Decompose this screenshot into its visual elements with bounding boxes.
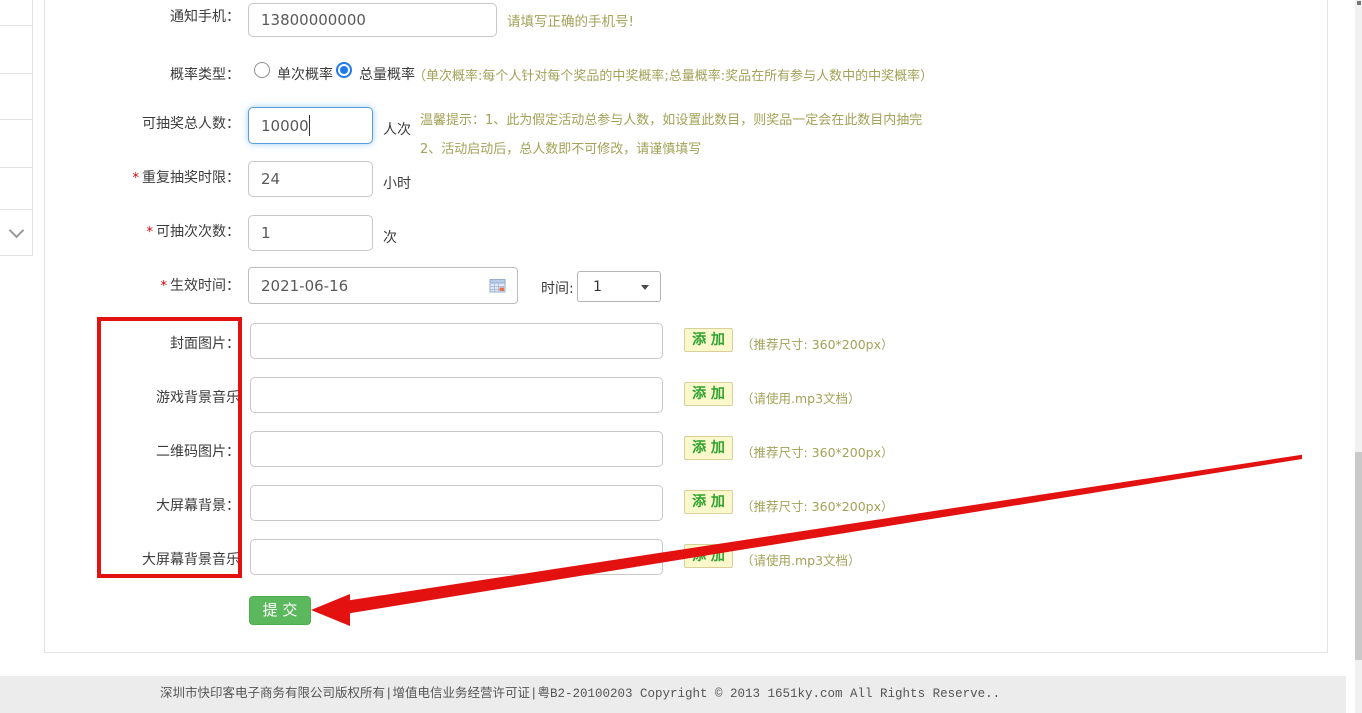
radio-total-probability[interactable] [336, 62, 352, 78]
bigscreen-bgm-hint: （请使用.mp3文档） [741, 553, 861, 568]
sidebar-item-stub[interactable] [0, 25, 33, 74]
total-people-label: 可抽奖总人数： [142, 116, 240, 132]
footer-copyright: 深圳市快印客电子商务有限公司版权所有|增值电信业务经营许可证|粤B2-20100… [160, 687, 1001, 701]
bigscreen-bgm-label: 大屏幕背景音乐 [142, 552, 240, 568]
radio-single-probability-label[interactable]: 单次概率 [277, 64, 333, 84]
chevron-down-icon [8, 222, 25, 239]
qrcode-image-hint: （推荐尺寸: 360*200px） [741, 445, 894, 460]
game-bgm-add-button[interactable]: 添 加 [684, 382, 733, 406]
probability-note: （单次概率:每个人针对每个奖品的中奖概率;总量概率:奖品在所有参与人数中的中奖概… [413, 69, 934, 84]
repeat-limit-unit: 小时 [383, 176, 411, 192]
sidebar-item-stub[interactable] [0, 73, 33, 120]
calendar-icon[interactable] [489, 277, 506, 297]
game-bgm-hint: （请使用.mp3文档） [741, 391, 861, 406]
footer: 深圳市快印客电子商务有限公司版权所有|增值电信业务经营许可证|粤B2-20100… [0, 676, 1346, 713]
cover-image-add-button[interactable]: 添 加 [684, 328, 733, 352]
bigscreen-bgm-add-button[interactable]: 添 加 [684, 544, 733, 568]
radio-total-probability-label[interactable]: 总量概率 [359, 64, 415, 84]
qrcode-image-input[interactable] [250, 431, 663, 467]
draw-times-unit: 次 [383, 230, 397, 246]
sidebar-item-stub[interactable] [0, 0, 33, 26]
required-asterisk: * [160, 279, 168, 294]
total-people-unit: 人次 [383, 122, 411, 138]
probability-label: 概率类型： [170, 67, 240, 83]
effective-time-label: * 生效时间： [160, 278, 241, 294]
cover-image-hint: （推荐尺寸: 360*200px） [741, 337, 894, 352]
cover-image-label: 封面图片： [170, 336, 240, 352]
bigscreen-bgm-input[interactable] [250, 539, 663, 575]
time-select[interactable]: 1 [577, 271, 661, 302]
repeat-limit-label: * 重复抽奖时限： [132, 170, 241, 186]
qrcode-image-add-button[interactable]: 添 加 [684, 436, 733, 460]
bigscreen-bg-hint: （推荐尺寸: 360*200px） [741, 499, 894, 514]
draw-times-input[interactable] [248, 215, 373, 251]
cover-image-input[interactable] [250, 323, 663, 359]
sidebar-item-stub[interactable] [0, 167, 33, 210]
phone-hint: 请填写正确的手机号! [507, 14, 634, 30]
phone-input[interactable] [248, 3, 497, 37]
text-cursor [309, 115, 310, 136]
sidebar-item-stub[interactable] [0, 119, 33, 168]
repeat-limit-input[interactable] [248, 161, 373, 197]
bigscreen-bg-input[interactable] [250, 485, 663, 521]
time-label: 时间: [541, 281, 574, 297]
effective-date-input[interactable] [248, 267, 518, 304]
total-people-tip1: 温馨提示：1、此为假定活动总参与人数，如设置此数目，则奖品一定会在此数目内抽完 [420, 113, 923, 128]
time-select-value: 1 [593, 278, 602, 295]
total-people-tip2: 2、活动启动后，总人数即不可修改，请谨慎填写 [420, 142, 702, 157]
sidebar-item-stub[interactable] [0, 209, 33, 256]
game-bgm-input[interactable] [250, 377, 663, 413]
bigscreen-bg-add-button[interactable]: 添 加 [684, 490, 733, 514]
bigscreen-bg-label: 大屏幕背景： [156, 498, 240, 514]
phone-label: 通知手机： [170, 9, 240, 25]
required-asterisk: * [132, 171, 140, 186]
game-bgm-label: 游戏背景音乐 [156, 390, 240, 406]
scrollbar-arrow-icon [1357, 1, 1361, 5]
draw-times-label: * 可抽次次数： [146, 224, 241, 240]
chevron-down-icon [641, 285, 649, 290]
radio-single-probability[interactable] [254, 62, 270, 78]
qrcode-image-label: 二维码图片： [156, 444, 240, 460]
submit-button[interactable]: 提 交 [249, 596, 311, 625]
required-asterisk: * [146, 225, 154, 240]
scrollbar-thumb[interactable] [1355, 452, 1362, 660]
total-people-input[interactable] [248, 107, 373, 144]
